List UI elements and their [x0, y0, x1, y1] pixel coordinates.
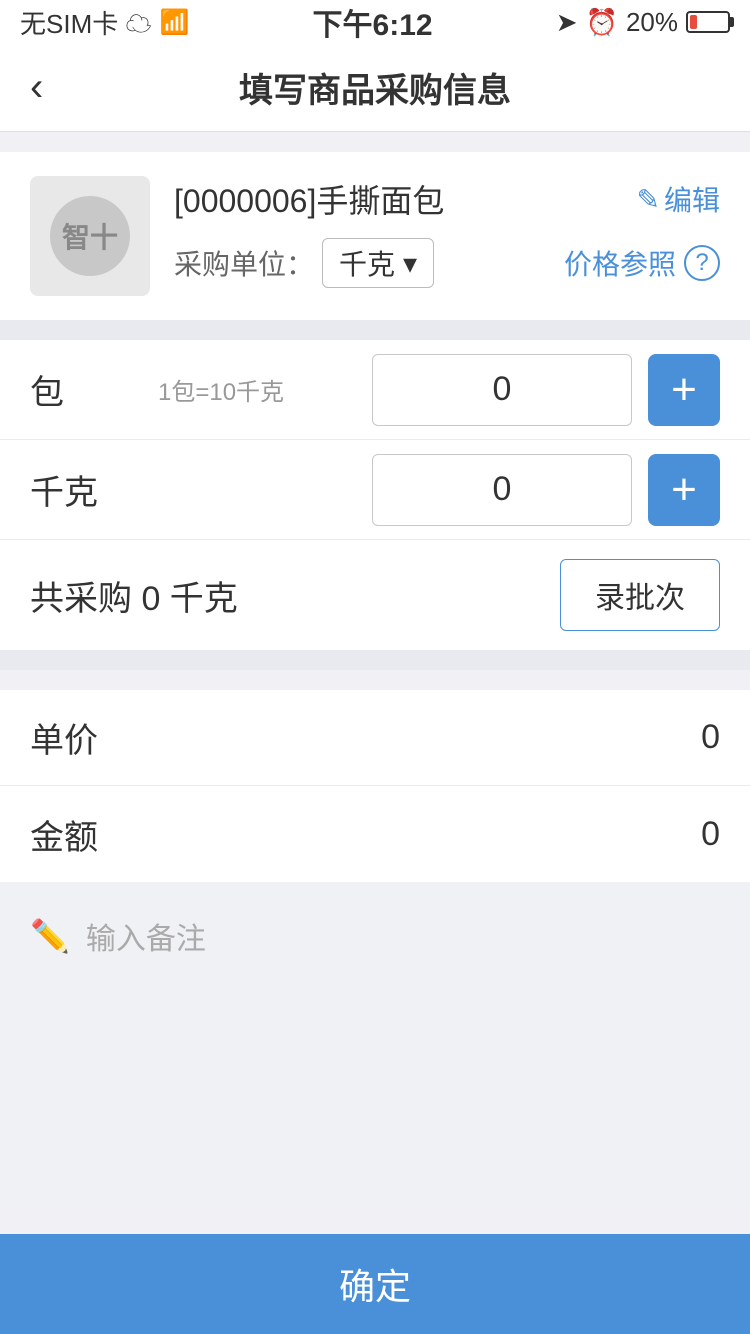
product-logo: 智十: [50, 196, 130, 276]
unit-price-value: 0: [701, 718, 720, 757]
kg-input-row: 千克 0 +: [0, 440, 750, 540]
bag-input-row: 包 1包=10千克 0 +: [0, 340, 750, 440]
notes-placeholder: 输入备注: [86, 914, 206, 958]
kg-input-right: 0 +: [150, 454, 720, 526]
status-time: 下午6:12: [313, 0, 433, 44]
summary-row: 共采购 0 千克 录批次: [0, 540, 750, 650]
sim-label: 无SIM卡 ☁: [20, 4, 151, 41]
help-icon[interactable]: ?: [684, 245, 720, 281]
logo-text: 智十: [62, 216, 118, 256]
kg-label: 千克: [30, 465, 150, 514]
bag-sublabel: 1包=10千克: [158, 372, 284, 407]
back-button[interactable]: ‹: [30, 65, 43, 110]
unit-select[interactable]: 千克 ▾: [322, 238, 434, 288]
summary-label: 共采购 0 千克: [30, 571, 238, 620]
location-icon: ➤: [556, 7, 578, 38]
product-image: 智十: [30, 176, 150, 296]
content-spacer: [0, 988, 750, 1208]
nav-bar: ‹ 填写商品采购信息: [0, 44, 750, 132]
notes-section[interactable]: ✏️ 输入备注: [0, 884, 750, 988]
battery-percent: 20%: [626, 7, 678, 38]
price-ref-button[interactable]: 价格参照 ?: [564, 243, 720, 283]
section-divider-1: [0, 320, 750, 340]
product-name: [0000006]手撕面包: [174, 176, 444, 222]
summary-section: 共采购 0 千克 录批次: [0, 540, 750, 650]
bag-plus-button[interactable]: +: [648, 354, 720, 426]
edit-icon: ✎: [637, 183, 660, 216]
amount-row: 金额 0: [0, 786, 750, 882]
kg-plus-button[interactable]: +: [648, 454, 720, 526]
product-card: 智十 [0000006]手撕面包 ✎ 编辑 采购单位： 千克 ▾ 价格参照 ?: [0, 152, 750, 320]
price-ref-label: 价格参照: [564, 243, 676, 283]
status-right: ➤ ⏰ 20%: [556, 7, 730, 38]
status-left: 无SIM卡 ☁ 📶: [20, 4, 189, 41]
unit-value: 千克: [339, 243, 395, 283]
product-info: [0000006]手撕面包 ✎ 编辑 采购单位： 千克 ▾ 价格参照 ?: [174, 176, 720, 288]
confirm-button[interactable]: 确定: [0, 1234, 750, 1334]
kg-value-display[interactable]: 0: [372, 454, 632, 526]
battery-icon: [686, 11, 730, 33]
pencil-icon: ✏️: [30, 917, 70, 955]
unit-price-row: 单价 0: [0, 690, 750, 786]
alarm-icon: ⏰: [586, 7, 618, 38]
unit-label: 采购单位：: [174, 243, 314, 283]
price-section: 单价 0 金额 0: [0, 690, 750, 882]
bag-input-right: 0 +: [284, 354, 720, 426]
page-title: 填写商品采购信息: [239, 63, 511, 112]
section-divider-2: [0, 650, 750, 670]
amount-value: 0: [701, 815, 720, 854]
amount-label: 金额: [30, 810, 98, 859]
unit-price-label: 单价: [30, 713, 98, 762]
edit-button[interactable]: ✎ 编辑: [637, 179, 720, 219]
bag-value-display[interactable]: 0: [372, 354, 632, 426]
chevron-down-icon: ▾: [403, 247, 417, 280]
wifi-icon: 📶: [159, 8, 189, 37]
bag-input-section: 包 1包=10千克 0 +: [0, 340, 750, 440]
product-unit-row: 采购单位： 千克 ▾ 价格参照 ?: [174, 238, 720, 288]
battery-fill: [690, 15, 697, 29]
status-bar: 无SIM卡 ☁ 📶 下午6:12 ➤ ⏰ 20%: [0, 0, 750, 44]
product-header: [0000006]手撕面包 ✎ 编辑: [174, 176, 720, 222]
edit-label: 编辑: [664, 179, 720, 219]
bag-label: 包: [30, 365, 150, 414]
batch-button[interactable]: 录批次: [560, 559, 720, 631]
kg-input-section: 千克 0 +: [0, 440, 750, 540]
